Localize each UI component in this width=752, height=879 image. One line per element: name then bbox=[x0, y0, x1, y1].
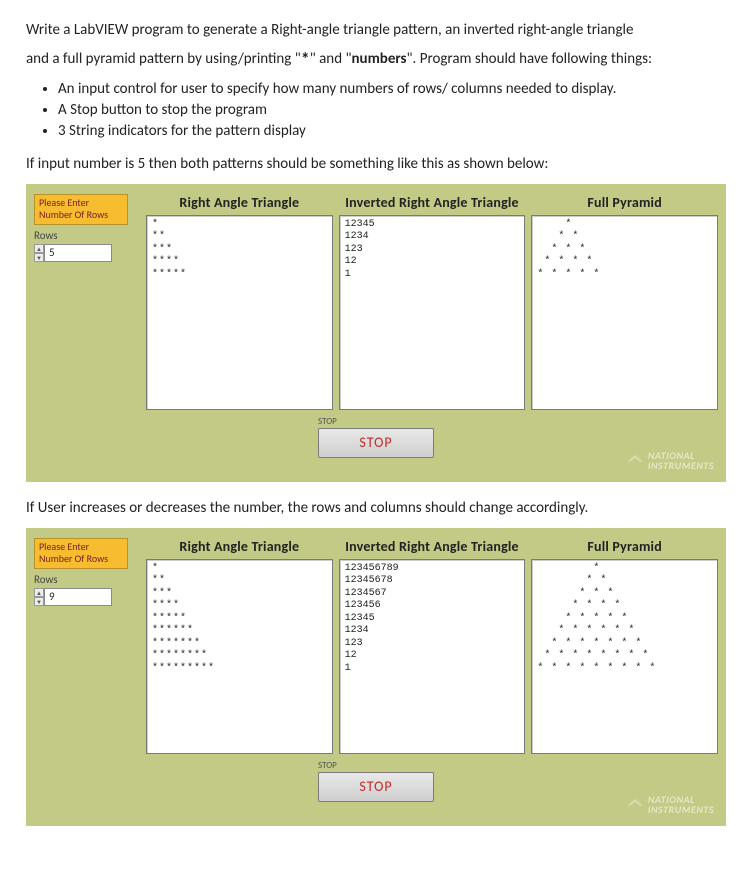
enter-rows-label: Please Enter Number Of Rows bbox=[34, 538, 128, 569]
stop-caption: STOP bbox=[318, 760, 434, 771]
pyramid-title: Full Pyramid bbox=[531, 538, 718, 555]
ni-eagle-icon bbox=[626, 452, 644, 470]
inverted-title: Inverted Right Angle Triangle bbox=[339, 194, 526, 211]
inverted-indicator: 12345 1234 123 12 1 bbox=[339, 215, 526, 410]
pyramid-indicator: * * * * * * * * * * * * * * * * * * * * … bbox=[531, 559, 718, 754]
rows-numeric-control[interactable]: ▲▼ 9 bbox=[34, 588, 140, 606]
inverted-indicator: 123456789 12345678 1234567 123456 12345 … bbox=[339, 559, 526, 754]
requirement-item: A Stop button to stop the program bbox=[58, 101, 726, 119]
stop-button[interactable]: STOP bbox=[318, 772, 434, 802]
right-angle-title: Right Angle Triangle bbox=[146, 194, 333, 211]
stop-button[interactable]: STOP bbox=[318, 428, 434, 458]
rows-input[interactable]: 9 bbox=[44, 588, 112, 606]
intro-line2c: ". Program should have following things: bbox=[407, 49, 653, 67]
intro-line1: Write a LabVIEW program to generate a Ri… bbox=[26, 21, 633, 39]
ni-eagle-icon bbox=[626, 796, 644, 814]
numbers-word: numbers bbox=[351, 49, 406, 67]
ni-logo: NATIONAL INSTRUMENTS bbox=[626, 451, 714, 472]
labview-panel-example-9: Please Enter Number Of Rows Rows ▲▼ 9 Ri… bbox=[26, 528, 726, 826]
inverted-title: Inverted Right Angle Triangle bbox=[339, 538, 526, 555]
prompt-paragraph: Write a LabVIEW program to generate a Ri… bbox=[26, 18, 726, 74]
between-panels-text: If User increases or decreases the numbe… bbox=[26, 496, 726, 520]
pyramid-indicator: * * * * * * * * * * * * * * * bbox=[531, 215, 718, 410]
rows-input[interactable]: 5 bbox=[44, 244, 112, 262]
ni-text-2: INSTRUMENTS bbox=[648, 805, 714, 816]
right-angle-indicator: * ** *** **** ***** bbox=[146, 215, 333, 410]
stop-caption: STOP bbox=[318, 416, 434, 427]
requirement-item: An input control for user to specify how… bbox=[58, 80, 726, 98]
rows-spinner[interactable]: ▲▼ bbox=[34, 244, 44, 262]
rows-numeric-control[interactable]: ▲▼ 5 bbox=[34, 244, 140, 262]
right-angle-title: Right Angle Triangle bbox=[146, 538, 333, 555]
pyramid-title: Full Pyramid bbox=[531, 194, 718, 211]
ni-text-2: INSTRUMENTS bbox=[648, 461, 714, 472]
right-angle-indicator: * ** *** **** ***** ****** ******* *****… bbox=[146, 559, 333, 754]
intro-line2a: and a full pyramid pattern by using/prin… bbox=[26, 49, 301, 67]
rows-caption: Rows bbox=[34, 229, 140, 242]
if-input-text: If input number is 5 then both patterns … bbox=[26, 152, 726, 178]
rows-spinner[interactable]: ▲▼ bbox=[34, 588, 44, 606]
intro-line2b: " and " bbox=[310, 49, 352, 67]
requirement-item: 3 String indicators for the pattern disp… bbox=[58, 122, 726, 140]
enter-rows-label: Please Enter Number Of Rows bbox=[34, 194, 128, 225]
requirements-list: An input control for user to specify how… bbox=[58, 80, 726, 140]
ni-logo: NATIONAL INSTRUMENTS bbox=[626, 795, 714, 816]
rows-caption: Rows bbox=[34, 573, 140, 586]
labview-panel-example-5: Please Enter Number Of Rows Rows ▲▼ 5 Ri… bbox=[26, 184, 726, 482]
star-symbol: * bbox=[301, 48, 310, 70]
